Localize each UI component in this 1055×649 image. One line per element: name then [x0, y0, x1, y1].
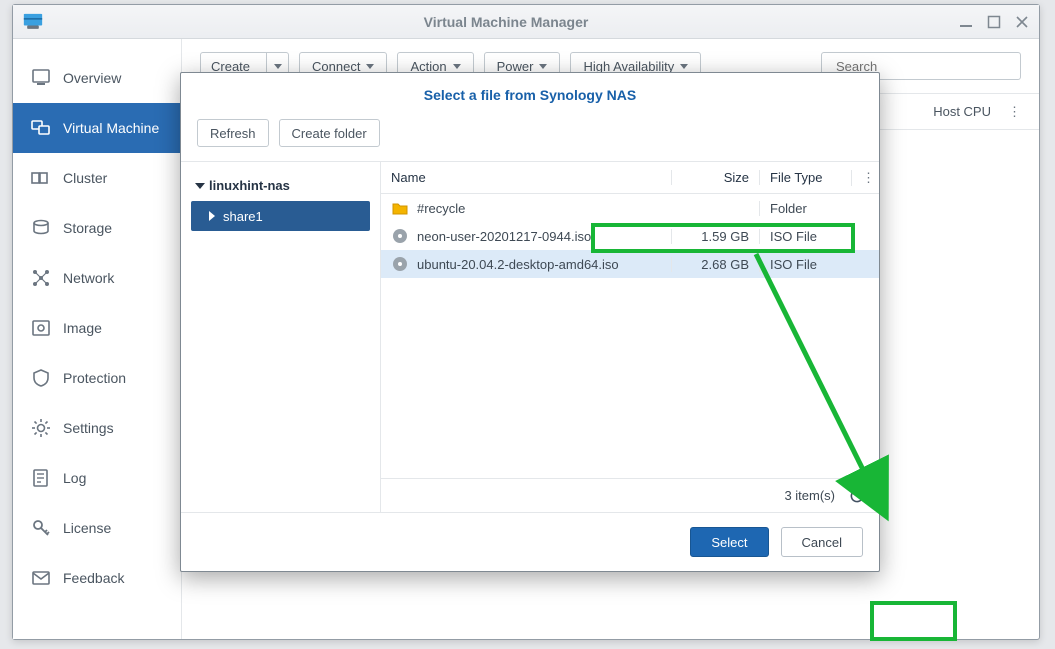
dialog-title: Select a file from Synology NAS: [181, 73, 879, 113]
sidebar-item-label: Virtual Machine: [63, 120, 159, 136]
sidebar: Overview Virtual Machine Cluster Storage…: [13, 39, 182, 639]
file-list-footer: 3 item(s): [381, 478, 879, 512]
file-row[interactable]: #recycle Folder: [381, 194, 879, 222]
network-icon: [31, 268, 51, 288]
file-name: ubuntu-20.04.2-desktop-amd64.iso: [417, 257, 619, 272]
tree-root[interactable]: linuxhint-nas: [191, 174, 370, 197]
chevron-down-icon: [195, 183, 205, 189]
minimize-icon[interactable]: [959, 15, 973, 29]
sidebar-item-image[interactable]: Image: [13, 303, 181, 353]
mail-icon: [31, 568, 51, 588]
sidebar-item-license[interactable]: License: [13, 503, 181, 553]
dialog-actions: Select Cancel: [181, 512, 879, 571]
file-select-dialog: Select a file from Synology NAS Refresh …: [180, 72, 880, 572]
select-button[interactable]: Select: [690, 527, 768, 557]
sidebar-item-label: Cluster: [63, 170, 107, 186]
file-name: neon-user-20201217-0944.iso: [417, 229, 591, 244]
file-row[interactable]: neon-user-20201217-0944.iso 1.59 GB ISO …: [381, 222, 879, 250]
disc-icon: [391, 227, 409, 245]
window-title: Virtual Machine Manager: [53, 14, 959, 30]
col-type[interactable]: File Type: [759, 170, 851, 185]
chevron-right-icon: [209, 211, 215, 221]
file-row[interactable]: ubuntu-20.04.2-desktop-amd64.iso 2.68 GB…: [381, 250, 879, 278]
sidebar-item-settings[interactable]: Settings: [13, 403, 181, 453]
overview-icon: [31, 68, 51, 88]
file-size: 2.68 GB: [671, 257, 759, 272]
sidebar-item-label: Log: [63, 470, 86, 486]
file-type: ISO File: [759, 257, 851, 272]
sidebar-item-label: Settings: [63, 420, 114, 436]
sidebar-item-label: Image: [63, 320, 102, 336]
shield-icon: [31, 368, 51, 388]
sidebar-item-label: Overview: [63, 70, 121, 86]
tree-node-label: share1: [223, 209, 263, 224]
image-icon: [31, 318, 51, 338]
col-size[interactable]: Size: [671, 170, 759, 185]
columns-more-icon[interactable]: ⋮: [1008, 104, 1021, 120]
close-icon[interactable]: [1015, 15, 1029, 29]
file-list: Name Size File Type ⋮ #recycle Folder ne…: [381, 162, 879, 512]
sidebar-item-overview[interactable]: Overview: [13, 53, 181, 103]
col-name[interactable]: Name: [381, 170, 671, 185]
vm-icon: [31, 118, 51, 138]
sidebar-item-label: Feedback: [63, 570, 124, 586]
window-controls: [959, 15, 1029, 29]
file-name: #recycle: [417, 201, 465, 216]
tree-node-share1[interactable]: share1: [191, 201, 370, 231]
column-host-cpu[interactable]: Host CPU: [933, 104, 991, 119]
refresh-button[interactable]: Refresh: [197, 119, 269, 147]
file-type: ISO File: [759, 229, 851, 244]
file-size: 1.59 GB: [671, 229, 759, 244]
disc-icon: [391, 255, 409, 273]
gear-icon: [31, 418, 51, 438]
maximize-icon[interactable]: [987, 15, 1001, 29]
sidebar-item-network[interactable]: Network: [13, 253, 181, 303]
file-column-headers: Name Size File Type ⋮: [381, 162, 879, 194]
log-icon: [31, 468, 51, 488]
refresh-icon[interactable]: [849, 488, 865, 504]
sidebar-item-protection[interactable]: Protection: [13, 353, 181, 403]
sidebar-item-label: Storage: [63, 220, 112, 236]
sidebar-item-cluster[interactable]: Cluster: [13, 153, 181, 203]
create-folder-button[interactable]: Create folder: [279, 119, 380, 147]
item-count: 3 item(s): [784, 488, 835, 503]
sidebar-item-label: Protection: [63, 370, 126, 386]
sidebar-item-log[interactable]: Log: [13, 453, 181, 503]
sidebar-item-label: License: [63, 520, 111, 536]
sidebar-item-virtual-machine[interactable]: Virtual Machine: [13, 103, 181, 153]
file-type: Folder: [759, 201, 851, 216]
dialog-toolbar: Refresh Create folder: [181, 113, 879, 162]
key-icon: [31, 518, 51, 538]
columns-more-icon[interactable]: ⋮: [851, 170, 879, 186]
folder-tree: linuxhint-nas share1: [181, 162, 381, 512]
folder-icon: [391, 199, 409, 217]
app-icon: [23, 13, 43, 31]
cluster-icon: [31, 168, 51, 188]
storage-icon: [31, 218, 51, 238]
sidebar-item-feedback[interactable]: Feedback: [13, 553, 181, 603]
tree-root-label: linuxhint-nas: [209, 178, 290, 193]
titlebar: Virtual Machine Manager: [13, 5, 1039, 39]
sidebar-item-storage[interactable]: Storage: [13, 203, 181, 253]
cancel-button[interactable]: Cancel: [781, 527, 863, 557]
sidebar-item-label: Network: [63, 270, 114, 286]
